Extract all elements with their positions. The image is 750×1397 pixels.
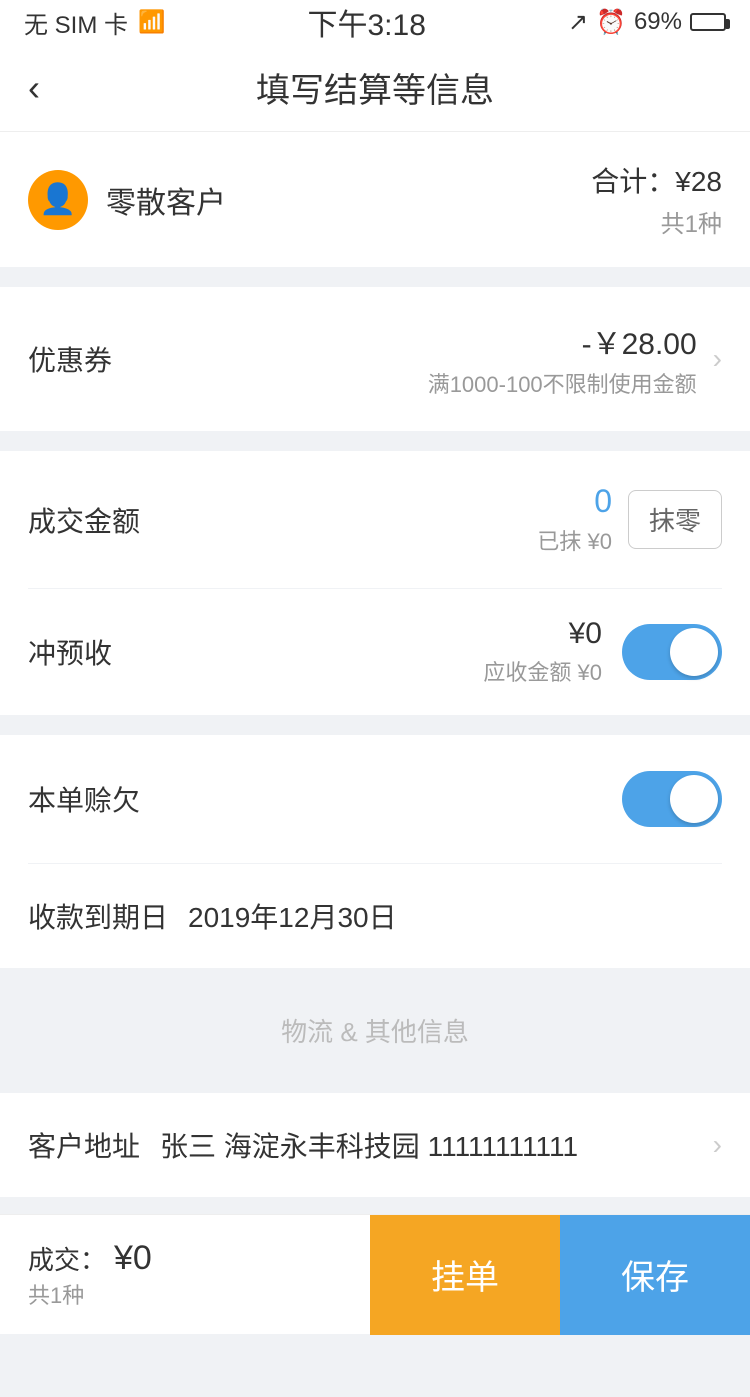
advance-amounts: ¥0 应收金额 ¥0 <box>483 617 602 687</box>
customer-row: 👤 零散客户 合计：¥28 共1种 <box>28 132 722 267</box>
logistics-label: 物流 & 其他信息 <box>281 1017 469 1047</box>
customer-left: 👤 零散客户 <box>28 170 226 230</box>
coupon-chevron-icon: › <box>713 343 722 375</box>
carrier-text: 无 SIM 卡 <box>24 5 128 40</box>
footer-deal-row: 成交： ¥0 <box>28 1239 370 1278</box>
footer-info: 成交： ¥0 共1种 <box>0 1239 370 1310</box>
status-left: 无 SIM 卡 📶 <box>24 5 165 40</box>
divider-5 <box>0 1073 750 1093</box>
debt-toggle[interactable] <box>622 771 722 827</box>
nav-bar: ‹ 填写结算等信息 <box>0 44 750 132</box>
page-title: 填写结算等信息 <box>256 63 494 112</box>
battery-icon <box>690 13 726 31</box>
address-label: 客户地址 <box>28 1125 140 1165</box>
coupon-label: 优惠券 <box>28 339 112 379</box>
pending-button[interactable]: 挂单 <box>370 1215 560 1335</box>
battery-text: 69% <box>634 8 682 36</box>
round-off-button[interactable]: 抹零 <box>628 490 722 549</box>
wifi-icon: 📶 <box>138 9 165 35</box>
coupon-value-block: -￥28.00 满1000-100不限制使用金额 <box>428 319 697 399</box>
coupon-right: -￥28.00 满1000-100不限制使用金额 › <box>428 319 722 399</box>
transaction-row: 成交金额 已抹 ¥0 抹零 <box>28 451 722 589</box>
customer-name: 零散客户 <box>106 178 226 222</box>
address-chevron-icon: › <box>713 1129 722 1161</box>
footer-deal-label: 成交： <box>28 1240 106 1277</box>
transaction-value-block: 已抹 ¥0 <box>532 483 612 556</box>
transaction-label: 成交金额 <box>28 500 140 540</box>
address-section: 客户地址 张三 海淀永丰科技园 11111111111 › <box>0 1093 750 1197</box>
advance-toggle[interactable] <box>622 624 722 680</box>
coupon-amount: -￥28.00 <box>428 319 697 363</box>
due-date-row: 收款到期日 2019年12月30日 <box>28 863 722 968</box>
customer-avatar: 👤 <box>28 170 88 230</box>
coupon-row[interactable]: 优惠券 -￥28.00 满1000-100不限制使用金额 › <box>28 287 722 431</box>
divider-3 <box>0 715 750 735</box>
due-date-label: 收款到期日 <box>28 896 168 936</box>
debt-toggle-knob <box>670 775 718 823</box>
already-rounded-text: 已抹 ¥0 <box>532 524 612 556</box>
customer-total: 合计：¥28 共1种 <box>591 160 722 239</box>
location-icon: ↗ <box>568 8 588 37</box>
address-row[interactable]: 客户地址 张三 海淀永丰科技园 11111111111 › <box>28 1093 722 1197</box>
divider-2 <box>0 431 750 451</box>
due-date-value: 2019年12月30日 <box>188 896 397 936</box>
advance-row: 冲预收 ¥0 应收金额 ¥0 <box>28 589 722 715</box>
status-right: ↗ ⏰ 69% <box>568 8 726 37</box>
footer-count: 共1种 <box>28 1278 370 1310</box>
debt-section: 本单赊欠 收款到期日 2019年12月30日 <box>0 735 750 968</box>
advance-sub-amount: 应收金额 ¥0 <box>483 655 602 687</box>
debt-row: 本单赊欠 <box>28 735 722 863</box>
status-time: 下午3:18 <box>307 0 425 44</box>
back-button[interactable]: ‹ <box>28 67 40 109</box>
total-count: 共1种 <box>591 204 722 239</box>
advance-main-amount: ¥0 <box>483 617 602 651</box>
coupon-sub: 满1000-100不限制使用金额 <box>428 367 697 399</box>
divider-1 <box>0 267 750 287</box>
debt-label: 本单赊欠 <box>28 779 140 819</box>
footer-deal-amount: ¥0 <box>114 1239 152 1278</box>
transaction-input[interactable] <box>532 483 612 520</box>
status-bar: 无 SIM 卡 📶 下午3:18 ↗ ⏰ 69% <box>0 0 750 44</box>
logistics-section: 物流 & 其他信息 <box>0 988 750 1073</box>
coupon-section: 优惠券 -￥28.00 满1000-100不限制使用金额 › <box>0 287 750 431</box>
avatar-icon: 👤 <box>39 182 76 217</box>
divider-4 <box>0 968 750 988</box>
address-value: 张三 海淀永丰科技园 11111111111 <box>160 1125 693 1165</box>
toggle-knob <box>670 628 718 676</box>
transaction-section: 成交金额 已抹 ¥0 抹零 冲预收 ¥0 应收金额 ¥0 <box>0 451 750 715</box>
save-button[interactable]: 保存 <box>560 1215 750 1335</box>
footer: 成交： ¥0 共1种 挂单 保存 <box>0 1214 750 1334</box>
transaction-right: 已抹 ¥0 抹零 <box>532 483 722 556</box>
customer-section: 👤 零散客户 合计：¥28 共1种 <box>0 132 750 267</box>
alarm-icon: ⏰ <box>596 8 626 37</box>
advance-label: 冲预收 <box>28 632 112 672</box>
advance-right: ¥0 应收金额 ¥0 <box>483 617 722 687</box>
total-amount: 合计：¥28 <box>591 160 722 200</box>
